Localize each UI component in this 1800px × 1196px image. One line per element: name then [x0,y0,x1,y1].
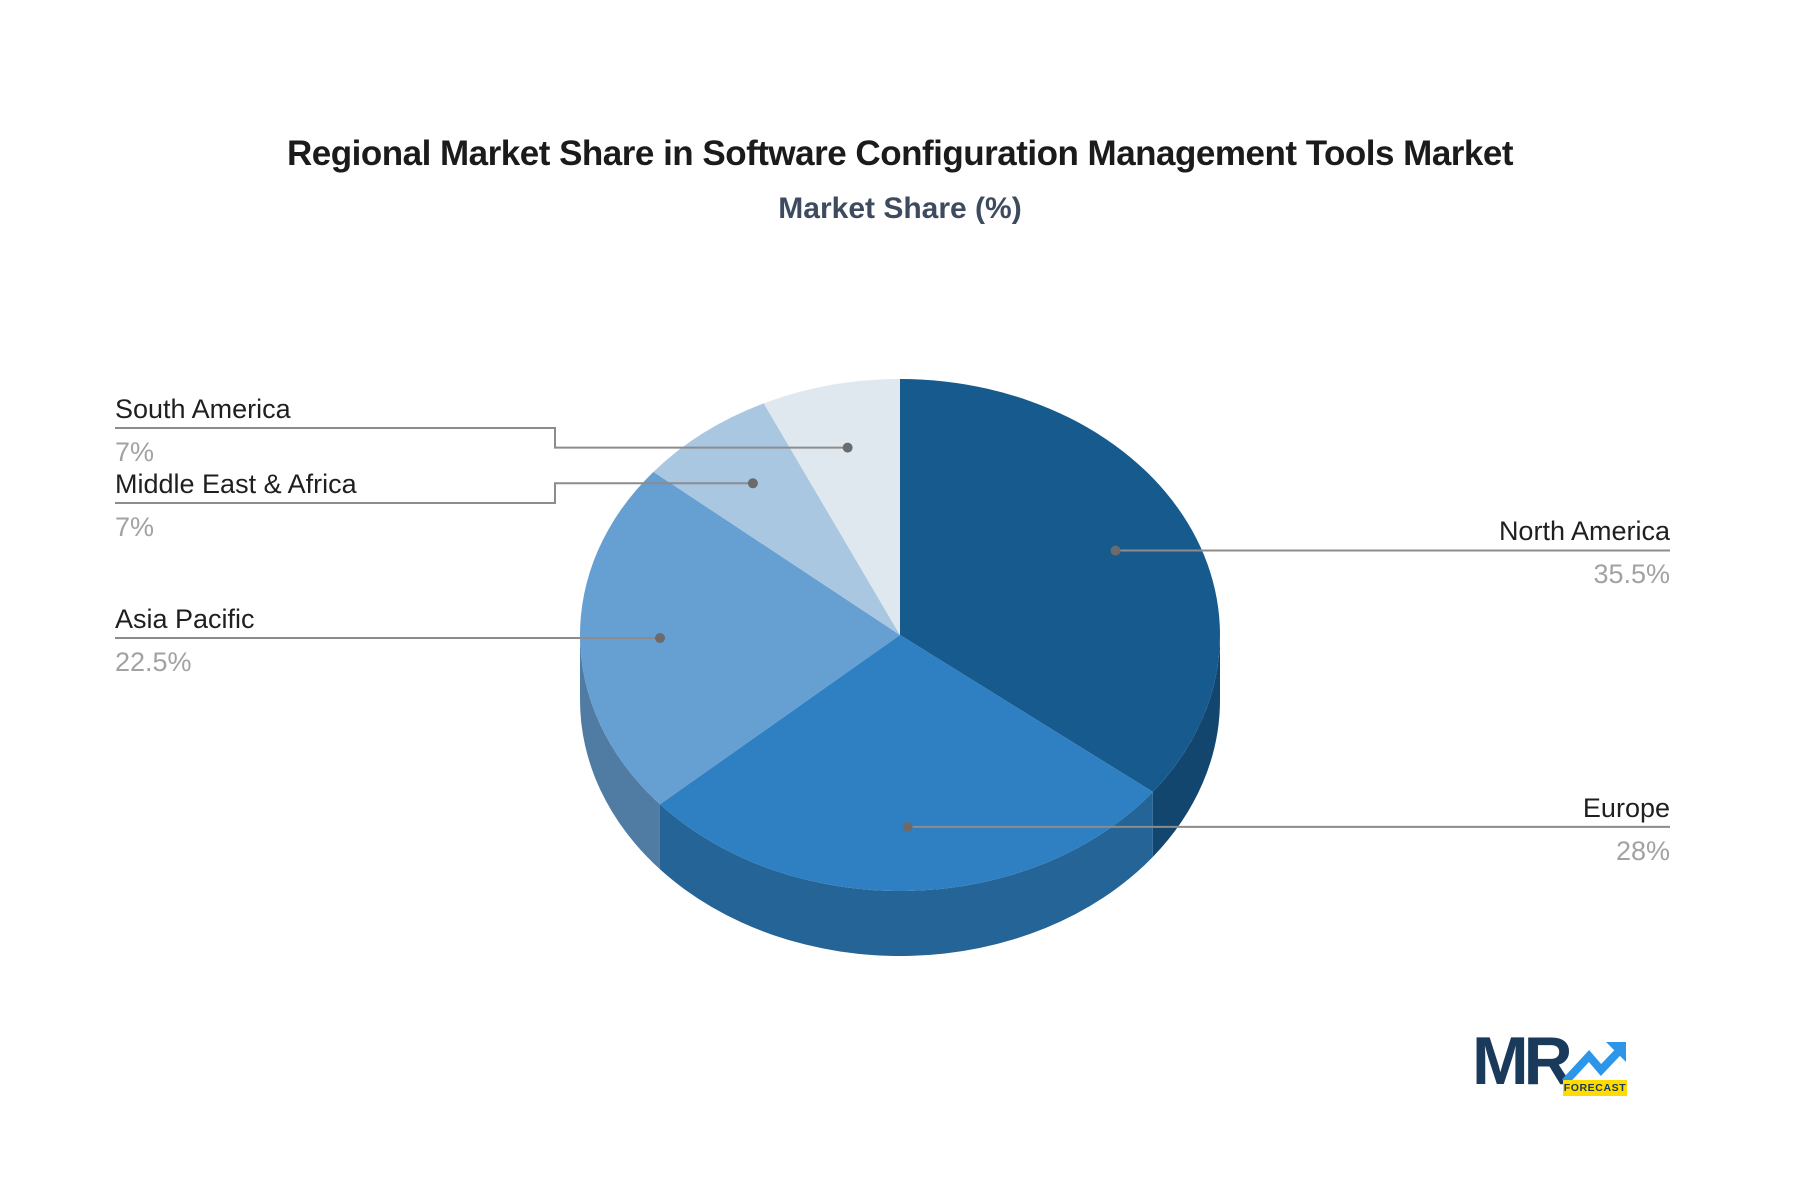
value-north-america: 35.5% [1593,559,1670,589]
leader-dot-south-america [842,442,853,453]
leader-dot-north-america [1110,545,1121,556]
label-north-america: North America [1498,516,1670,546]
pie-chart-canvas [115,379,1670,956]
leader-dot-europe [902,821,913,832]
label-europe: Europe [1582,793,1670,823]
label-asia-pacific: Asia Pacific [115,604,255,634]
value-middle-east-africa: 7% [115,512,155,542]
label-middle-east-africa: Middle East & Africa [115,469,357,499]
chart-page: Regional Market Share in Software Config… [0,0,1800,1196]
label-south-america: South America [115,394,291,424]
value-south-america: 7% [115,437,155,467]
logo-text: MR [1472,1023,1573,1099]
logo-badge: FORECAST [1563,1080,1627,1096]
value-europe: 28% [1615,836,1670,866]
leader-dot-middle-east-africa [747,478,758,489]
value-asia-pacific: 22.5% [115,647,192,677]
leader-dot-asia-pacific [655,633,666,644]
logo-badge-text: FORECAST [1563,1082,1627,1094]
mr-forecast-logo: MR FORECAST [1472,1027,1642,1100]
